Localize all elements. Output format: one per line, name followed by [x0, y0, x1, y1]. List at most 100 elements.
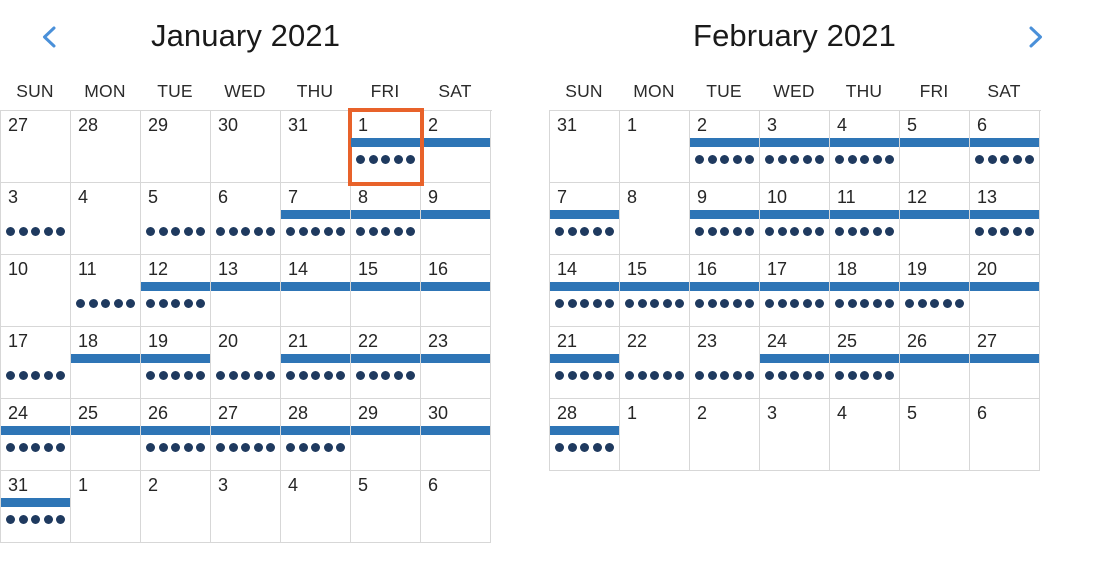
day-cell[interactable]: 2	[690, 111, 760, 183]
day-cell[interactable]: 28	[281, 399, 351, 471]
session-dot	[885, 298, 894, 308]
day-cell[interactable]: 9	[421, 183, 491, 255]
day-cell[interactable]: 4	[281, 471, 351, 543]
day-cell[interactable]: 5	[141, 183, 211, 255]
day-cell[interactable]: 29	[351, 399, 421, 471]
day-cell[interactable]: 16	[421, 255, 491, 327]
day-cell[interactable]: 27	[1, 111, 71, 183]
session-dot	[286, 442, 295, 452]
day-cell[interactable]: 4	[830, 399, 900, 471]
session-dot	[381, 154, 390, 164]
day-cell[interactable]: 12	[141, 255, 211, 327]
session-dot	[650, 298, 659, 308]
day-cell[interactable]: 26	[900, 327, 970, 399]
day-cell[interactable]: 2	[141, 471, 211, 543]
session-dot	[777, 154, 787, 164]
day-cell[interactable]: 29	[141, 111, 211, 183]
day-cell[interactable]: 3	[760, 399, 830, 471]
day-cell[interactable]: 7	[281, 183, 351, 255]
availability-bar	[830, 354, 899, 363]
day-cell[interactable]: 1	[620, 111, 690, 183]
day-cell[interactable]: 2	[421, 111, 491, 183]
session-dot	[732, 370, 742, 380]
day-cell[interactable]: 6	[211, 183, 281, 255]
day-cell[interactable]: 2	[690, 399, 760, 471]
day-cell[interactable]: 25	[71, 399, 141, 471]
day-cell[interactable]: 14	[281, 255, 351, 327]
day-cell[interactable]: 15	[620, 255, 690, 327]
day-cell[interactable]: 27	[211, 399, 281, 471]
day-cell[interactable]: 20	[211, 327, 281, 399]
day-cell[interactable]: 28	[71, 111, 141, 183]
availability-bar	[351, 426, 420, 435]
day-cell[interactable]: 1	[620, 399, 690, 471]
day-cell[interactable]: 25	[830, 327, 900, 399]
day-cell[interactable]: 31	[550, 111, 620, 183]
day-number: 1	[358, 115, 369, 135]
availability-bar	[351, 210, 420, 219]
day-cell[interactable]: 6	[421, 471, 491, 543]
day-cell[interactable]: 3	[211, 471, 281, 543]
day-cell[interactable]: 30	[421, 399, 491, 471]
day-cell[interactable]: 5	[900, 399, 970, 471]
day-cell[interactable]: 6	[970, 111, 1040, 183]
day-cell-selected[interactable]: 1	[348, 108, 424, 186]
day-cell[interactable]: 21	[550, 327, 620, 399]
day-cell[interactable]: 10	[1, 255, 71, 327]
day-cell[interactable]: 13	[211, 255, 281, 327]
session-dot	[158, 226, 168, 236]
day-cell[interactable]: 3	[760, 111, 830, 183]
day-cell[interactable]: 9	[690, 183, 760, 255]
day-cell[interactable]: 6	[970, 399, 1040, 471]
day-cell[interactable]: 14	[550, 255, 620, 327]
day-cell[interactable]: 27	[970, 327, 1040, 399]
day-cell[interactable]: 15	[351, 255, 421, 327]
day-cell[interactable]: 16	[690, 255, 760, 327]
day-cell[interactable]: 24	[760, 327, 830, 399]
day-cell[interactable]: 22	[351, 327, 421, 399]
day-cell[interactable]: 7	[550, 183, 620, 255]
session-dots	[550, 441, 619, 453]
day-cell[interactable]: 19	[900, 255, 970, 327]
day-cell[interactable]: 23	[421, 327, 491, 399]
day-cell[interactable]: 8	[351, 183, 421, 255]
day-number: 31	[8, 475, 29, 495]
day-cell[interactable]: 22	[620, 327, 690, 399]
day-cell[interactable]: 11	[830, 183, 900, 255]
session-dots	[900, 297, 969, 309]
day-cell[interactable]: 21	[281, 327, 351, 399]
day-cell[interactable]: 31	[1, 471, 71, 543]
day-cell[interactable]: 10	[760, 183, 830, 255]
day-cell[interactable]: 19	[141, 327, 211, 399]
session-dot	[720, 370, 729, 380]
day-cell[interactable]: 31	[281, 111, 351, 183]
session-dot	[146, 370, 155, 380]
day-cell[interactable]: 4	[830, 111, 900, 183]
day-cell[interactable]: 17	[1, 327, 71, 399]
day-number: 6	[977, 115, 988, 135]
availability-bar	[970, 282, 1039, 291]
day-cell[interactable]: 1	[71, 471, 141, 543]
day-cell[interactable]: 18	[830, 255, 900, 327]
day-cell[interactable]: 18	[71, 327, 141, 399]
day-cell[interactable]: 23	[690, 327, 760, 399]
day-cell[interactable]: 17	[760, 255, 830, 327]
day-cell[interactable]: 26	[141, 399, 211, 471]
day-cell[interactable]: 8	[620, 183, 690, 255]
day-cell[interactable]: 30	[211, 111, 281, 183]
day-cell[interactable]: 11	[71, 255, 141, 327]
day-cell[interactable]: 5	[900, 111, 970, 183]
day-cell[interactable]: 3	[1, 183, 71, 255]
day-number: 27	[977, 331, 998, 351]
day-cell[interactable]: 24	[1, 399, 71, 471]
day-cell[interactable]: 12	[900, 183, 970, 255]
session-dot	[43, 514, 53, 524]
day-cell[interactable]: 20	[970, 255, 1040, 327]
day-cell[interactable]: 28	[550, 399, 620, 471]
session-dot	[393, 370, 403, 380]
day-cell[interactable]: 13	[970, 183, 1040, 255]
day-cell[interactable]: 4	[71, 183, 141, 255]
weekday-label-tue: TUE	[157, 81, 193, 101]
day-cell[interactable]: 5	[351, 471, 421, 543]
session-dot	[196, 298, 205, 308]
